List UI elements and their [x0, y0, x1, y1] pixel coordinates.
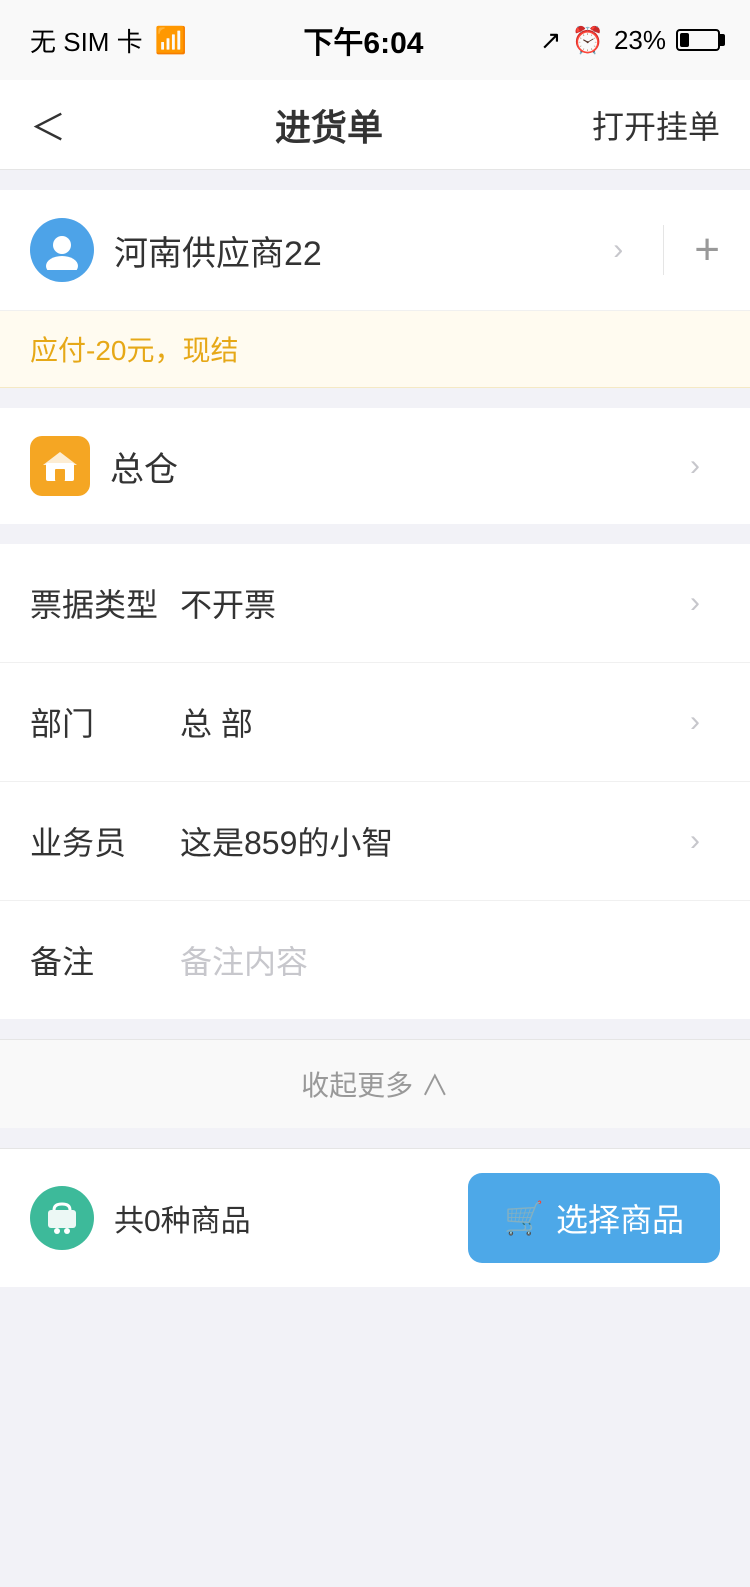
invoice-chevron-icon: ›	[690, 586, 700, 620]
salesperson-chevron-icon: ›	[690, 824, 700, 858]
vertical-divider	[663, 225, 664, 275]
department-label: 部门	[30, 699, 160, 745]
open-pending-button[interactable]: 打开挂单	[592, 102, 720, 148]
add-supplier-button[interactable]: +	[694, 225, 720, 275]
supplier-name: 河南供应商22	[114, 226, 613, 275]
status-bar: 无 SIM 卡 📶 下午6:04 ↗ ⏰ 23%	[0, 0, 750, 80]
remark-input[interactable]: 备注内容	[180, 937, 720, 983]
supplier-row[interactable]: 河南供应商22 › +	[0, 190, 750, 311]
nav-bar: ＜ 进货单 打开挂单	[0, 80, 750, 170]
back-button[interactable]: ＜	[30, 99, 66, 151]
warehouse-row[interactable]: 总仓 ›	[0, 388, 750, 524]
status-time: 下午6:04	[303, 18, 423, 62]
select-product-icon: 🛒	[504, 1199, 544, 1237]
background-fill	[0, 1287, 750, 1587]
battery-icon	[676, 29, 720, 51]
bottom-bar: 共0种商品 🛒 选择商品	[0, 1148, 750, 1287]
invoice-type-label: 票据类型	[30, 580, 160, 626]
salesperson-label: 业务员	[30, 818, 160, 864]
battery-percentage: 23%	[614, 25, 666, 56]
invoice-type-value: 不开票	[180, 580, 690, 626]
location-icon: ↗	[540, 25, 562, 56]
salesperson-value: 这是859的小智	[180, 818, 690, 864]
department-row[interactable]: 部门 总 部 ›	[0, 663, 750, 782]
supplier-avatar	[30, 218, 94, 282]
salesperson-row[interactable]: 业务员 这是859的小智 ›	[0, 782, 750, 901]
department-value: 总 部	[180, 699, 690, 745]
remark-row[interactable]: 备注 备注内容	[0, 901, 750, 1019]
select-product-button[interactable]: 🛒 选择商品	[468, 1173, 720, 1263]
section-gap-1	[0, 170, 750, 190]
product-count: 共0种商品	[114, 1196, 468, 1240]
warehouse-icon	[30, 436, 90, 496]
form-section: 票据类型 不开票 › 部门 总 部 › 业务员 这是859的小智 › 备注 备注…	[0, 544, 750, 1019]
collapse-button[interactable]: 收起更多 ∧	[0, 1039, 750, 1128]
notice-bar: 应付-20元，现结	[0, 311, 750, 388]
status-right: ↗ ⏰ 23%	[540, 25, 720, 56]
invoice-type-row[interactable]: 票据类型 不开票 ›	[0, 544, 750, 663]
notice-text: 应付-20元，现结	[30, 335, 238, 366]
carrier-text: 无 SIM 卡	[30, 22, 143, 59]
supplier-section: 河南供应商22 › + 应付-20元，现结	[0, 190, 750, 388]
cart-icon	[30, 1186, 94, 1250]
wifi-icon: 📶	[155, 25, 187, 56]
remark-label: 备注	[30, 937, 160, 983]
status-carrier: 无 SIM 卡 📶	[30, 22, 187, 59]
alarm-icon: ⏰	[572, 25, 604, 56]
department-chevron-icon: ›	[690, 705, 700, 739]
supplier-chevron-icon: ›	[613, 233, 623, 267]
page-title: 进货单	[275, 99, 383, 151]
warehouse-chevron-icon: ›	[690, 449, 700, 483]
select-product-label: 选择商品	[556, 1195, 684, 1241]
warehouse-name: 总仓	[110, 442, 690, 491]
